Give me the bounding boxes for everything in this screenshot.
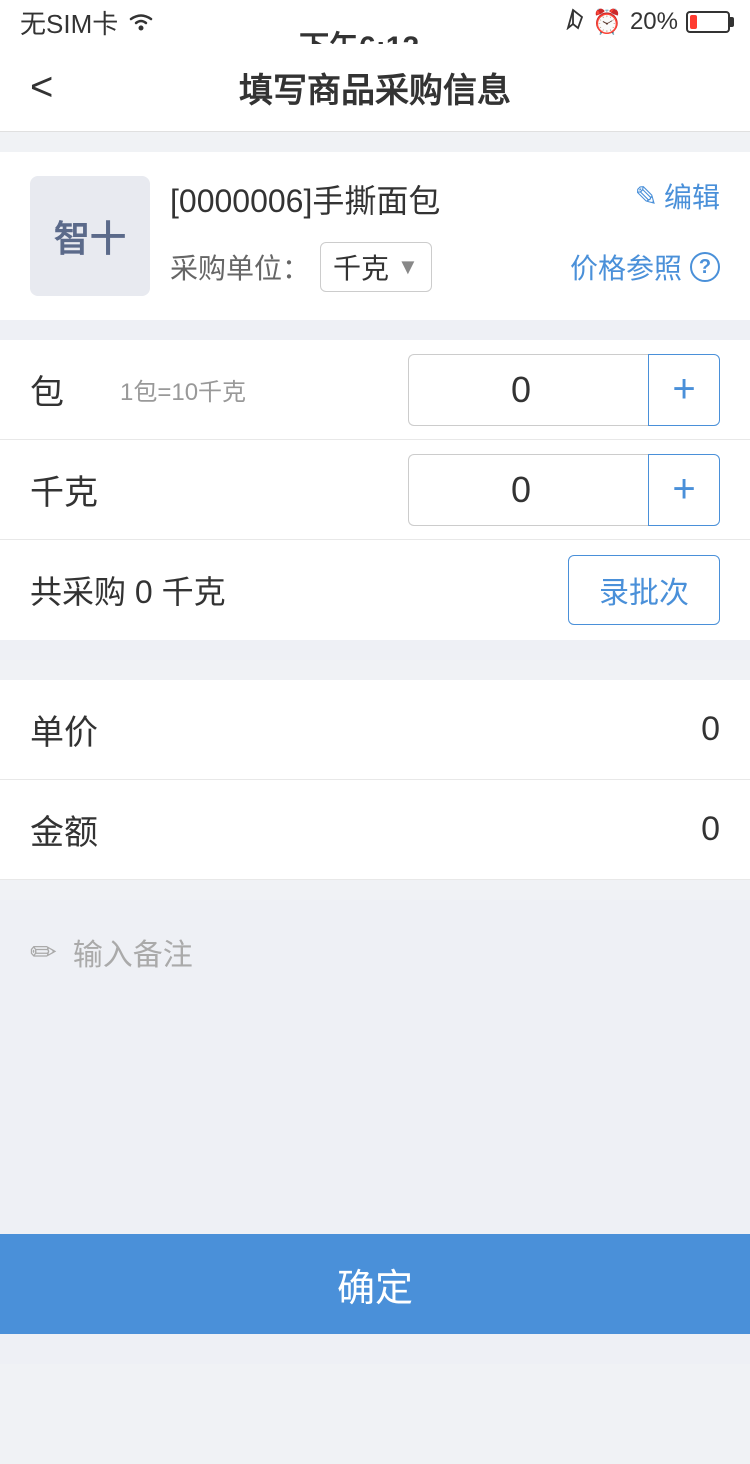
unit-price-label: 单价 [30,705,98,754]
unit-price-row: 单价 0 [0,680,750,780]
edit-icon: ✎ [635,180,658,213]
status-left: 无SIM卡 [20,4,156,41]
bao-sub-label: 1包=10千克 [120,372,246,407]
summary-row: 共采购 0 千克 录批次 [0,540,750,640]
kg-plus-button[interactable]: + [648,454,720,526]
unit-price-value: 0 [701,710,720,749]
edit-button[interactable]: ✎ 编辑 [635,176,720,216]
notes-section[interactable]: ✏ 输入备注 [0,900,750,1004]
nav-bar: < 填写商品采购信息 [0,44,750,132]
product-section: 智十 [0000006]手撕面包 ✎ 编辑 采购单位： 千克 ▼ [0,152,750,320]
bao-input[interactable] [408,354,648,426]
location-icon [562,8,584,37]
amount-row: 金额 0 [0,780,750,880]
confirm-button[interactable]: 确定 [0,1234,750,1334]
kg-input-group: + [408,454,720,526]
battery-icon [686,11,730,33]
notes-placeholder: 输入备注 [73,930,193,974]
product-image: 智十 [30,176,150,296]
page-title: 填写商品采购信息 [239,63,511,112]
status-right: ⏰ 20% [562,8,730,37]
kg-label: 千克 [30,465,110,514]
product-unit-row: 采购单位： 千克 ▼ 价格参照 ? [170,242,720,292]
unit-select[interactable]: 千克 ▼ [320,242,432,292]
kg-row: 千克 + [0,440,750,540]
total-label: 共采购 0 千克 [30,567,226,613]
amount-label: 金额 [30,805,98,854]
record-batch-button[interactable]: 录批次 [568,555,720,625]
price-ref-button[interactable]: 价格参照 ? [570,247,720,287]
chevron-down-icon: ▼ [397,254,419,280]
product-details: [0000006]手撕面包 ✎ 编辑 采购单位： 千克 ▼ 价格参照 ? [170,176,720,292]
status-bar: 无SIM卡 下午6:12 ⏰ 20% [0,0,750,44]
section-divider-2 [0,640,750,660]
product-header: [0000006]手撕面包 ✎ 编辑 [170,176,720,222]
kg-input[interactable] [408,454,648,526]
wifi-icon [126,7,156,38]
alarm-icon: ⏰ [592,8,622,37]
info-section: 单价 0 金额 0 [0,680,750,880]
back-button[interactable]: < [20,55,63,120]
input-section: 包 1包=10千克 + 千克 + [0,340,750,540]
section-divider-1 [0,320,750,340]
carrier-text: 无SIM卡 [20,4,118,41]
help-icon: ? [690,252,720,282]
product-name: [0000006]手撕面包 [170,176,440,222]
bao-row: 包 1包=10千克 + [0,340,750,440]
bao-plus-button[interactable]: + [648,354,720,426]
battery-percent: 20% [630,8,678,36]
pencil-icon: ✏ [30,933,57,971]
bao-label: 包 [30,365,110,414]
bao-input-group: + [408,354,720,426]
unit-label: 采购单位： [170,247,310,287]
amount-value: 0 [701,810,720,849]
